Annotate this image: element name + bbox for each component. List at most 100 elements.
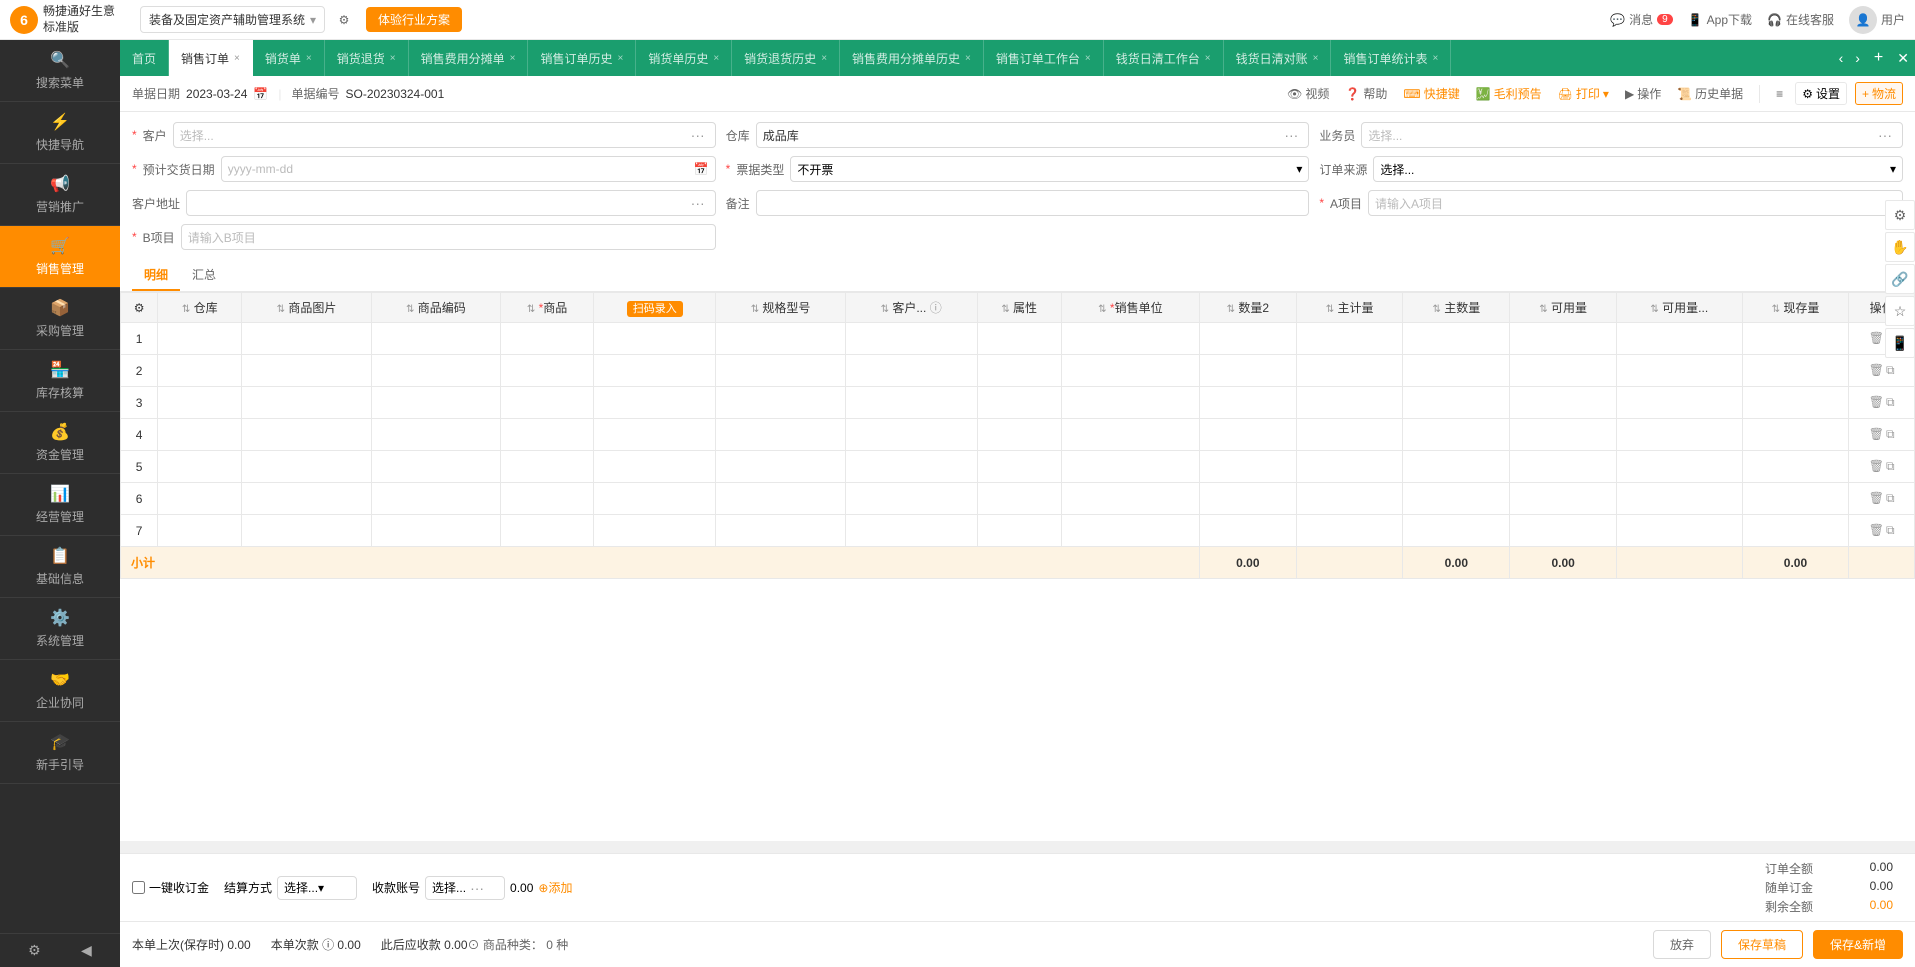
row-available-7[interactable]: [1510, 515, 1617, 547]
tab-sales-fee[interactable]: 销售费用分摊单×: [409, 40, 529, 76]
row-attribute-4[interactable]: [977, 419, 1061, 451]
tab-cash-clear-account[interactable]: 钱货日清对账×: [1224, 40, 1332, 76]
sidebar-item-finance[interactable]: 💰 资金管理: [0, 412, 120, 474]
tab-close-sales-stats[interactable]: ×: [1432, 53, 1438, 64]
row-product-image-6[interactable]: [242, 483, 371, 515]
row-main-unit-6[interactable]: [1296, 483, 1403, 515]
quick-star-btn[interactable]: ☆: [1885, 296, 1915, 326]
row-product-name-1[interactable]: [501, 323, 594, 355]
save-draft-button[interactable]: 保存草稿: [1721, 930, 1803, 959]
row-current-4[interactable]: [1742, 419, 1849, 451]
discard-button[interactable]: 放弃: [1653, 930, 1711, 959]
row-qty2-2[interactable]: [1199, 355, 1296, 387]
row-product-image-2[interactable]: [242, 355, 371, 387]
row-attribute-2[interactable]: [977, 355, 1061, 387]
quick-hand-btn[interactable]: ✋: [1885, 232, 1915, 262]
row-available-more-2[interactable]: [1617, 355, 1743, 387]
b-project-input[interactable]: 请输入B项目: [181, 224, 717, 250]
tab-sales-fee-history[interactable]: 销售费用分摊单历史×: [840, 40, 984, 76]
tab-add-btn[interactable]: +: [1866, 49, 1891, 67]
address-input[interactable]: ···: [186, 190, 716, 216]
row-product-image-7[interactable]: [242, 515, 371, 547]
row-copy-5[interactable]: ⧉: [1886, 459, 1895, 474]
industry-button[interactable]: 体验行业方案: [366, 7, 462, 32]
row-scan-6[interactable]: [594, 483, 716, 515]
tab-prev-btn[interactable]: ‹: [1833, 50, 1850, 66]
salesperson-more-icon[interactable]: ···: [1874, 127, 1896, 143]
sidebar-item-search[interactable]: 🔍 搜索菜单: [0, 40, 120, 102]
history-btn[interactable]: 📜 历史单据: [1673, 83, 1747, 104]
row-available-6[interactable]: [1510, 483, 1617, 515]
tab-sales-order-work[interactable]: 销售订单工作台×: [984, 40, 1104, 76]
one-click-checkbox-label[interactable]: 一键收订金: [132, 879, 209, 896]
operation-btn[interactable]: ▶ 操作: [1621, 83, 1665, 104]
sidebar-item-inventory[interactable]: 🏪 库存核算: [0, 350, 120, 412]
row-main-qty-2[interactable]: [1403, 355, 1510, 387]
row-spec-1[interactable]: [716, 323, 845, 355]
tab-summary[interactable]: 汇总: [180, 260, 228, 291]
shortcut-btn[interactable]: ⌨ 快捷键: [1399, 83, 1463, 104]
info-icon[interactable]: ⓘ: [930, 301, 942, 315]
sidebar-item-sales[interactable]: 🛒 销售管理: [0, 226, 120, 288]
tab-detail[interactable]: 明细: [132, 260, 180, 291]
tab-close-sales-return[interactable]: ×: [306, 53, 312, 64]
row-spec-3[interactable]: [716, 387, 845, 419]
tab-sales-stats[interactable]: 销售订单统计表×: [1331, 40, 1451, 76]
row-scan-1[interactable]: [594, 323, 716, 355]
row-customer-code-3[interactable]: [845, 387, 977, 419]
row-spec-2[interactable]: [716, 355, 845, 387]
row-spec-7[interactable]: [716, 515, 845, 547]
payment-method-select[interactable]: 选择... ▾: [277, 876, 357, 900]
calendar-icon[interactable]: 📅: [253, 87, 268, 101]
tab-sales-return[interactable]: 销货单×: [253, 40, 325, 76]
row-available-3[interactable]: [1510, 387, 1617, 419]
row-product-code-4[interactable]: [371, 419, 500, 451]
order-source-input[interactable]: 选择... ▾: [1373, 156, 1903, 182]
row-qty2-4[interactable]: [1199, 419, 1296, 451]
row-current-6[interactable]: [1742, 483, 1849, 515]
sidebar-item-quick-nav[interactable]: ⚡ 快捷导航: [0, 102, 120, 164]
row-attribute-5[interactable]: [977, 451, 1061, 483]
row-sales-unit-7[interactable]: [1061, 515, 1199, 547]
row-customer-code-6[interactable]: [845, 483, 977, 515]
row-current-3[interactable]: [1742, 387, 1849, 419]
row-main-qty-6[interactable]: [1403, 483, 1510, 515]
app-download-btn[interactable]: 📱 App下载: [1688, 11, 1752, 28]
row-product-code-7[interactable]: [371, 515, 500, 547]
row-sales-unit-2[interactable]: [1061, 355, 1199, 387]
row-delete-5[interactable]: 🗑: [1869, 459, 1884, 474]
tab-close-sales-order-work[interactable]: ×: [1085, 53, 1091, 64]
row-delete-3[interactable]: 🗑: [1869, 395, 1884, 410]
tab-close-sales-bill-history[interactable]: ×: [713, 53, 719, 64]
sidebar-item-guide[interactable]: 🎓 新手引导: [0, 722, 120, 784]
row-main-qty-1[interactable]: [1403, 323, 1510, 355]
tab-close-sales-fee-history[interactable]: ×: [965, 53, 971, 64]
help-btn[interactable]: ❓ 帮助: [1341, 83, 1391, 104]
row-product-name-7[interactable]: [501, 515, 594, 547]
row-scan-7[interactable]: [594, 515, 716, 547]
tab-sales-refund[interactable]: 销货退货×: [325, 40, 409, 76]
row-available-2[interactable]: [1510, 355, 1617, 387]
row-main-unit-7[interactable]: [1296, 515, 1403, 547]
row-customer-code-5[interactable]: [845, 451, 977, 483]
row-scan-5[interactable]: [594, 451, 716, 483]
row-main-unit-3[interactable]: [1296, 387, 1403, 419]
row-spec-5[interactable]: [716, 451, 845, 483]
row-qty2-1[interactable]: [1199, 323, 1296, 355]
tab-close-sales-history[interactable]: ×: [617, 53, 623, 64]
row-current-5[interactable]: [1742, 451, 1849, 483]
row-sales-unit-3[interactable]: [1061, 387, 1199, 419]
row-qty2-5[interactable]: [1199, 451, 1296, 483]
row-delete-6[interactable]: 🗑: [1869, 491, 1884, 506]
row-scan-4[interactable]: [594, 419, 716, 451]
row-attribute-3[interactable]: [977, 387, 1061, 419]
quick-link-btn[interactable]: 🔗: [1885, 264, 1915, 294]
row-available-4[interactable]: [1510, 419, 1617, 451]
view-toggle-icon[interactable]: ≡: [1772, 85, 1787, 103]
scan-btn[interactable]: 扫码录入: [627, 301, 683, 317]
row-delete-2[interactable]: 🗑: [1869, 363, 1884, 378]
quick-settings-btn[interactable]: ⚙: [1885, 200, 1915, 230]
row-product-code-1[interactable]: [371, 323, 500, 355]
row-delete-4[interactable]: 🗑: [1869, 427, 1884, 442]
settings-btn[interactable]: ⚙ 设置: [1795, 82, 1847, 105]
